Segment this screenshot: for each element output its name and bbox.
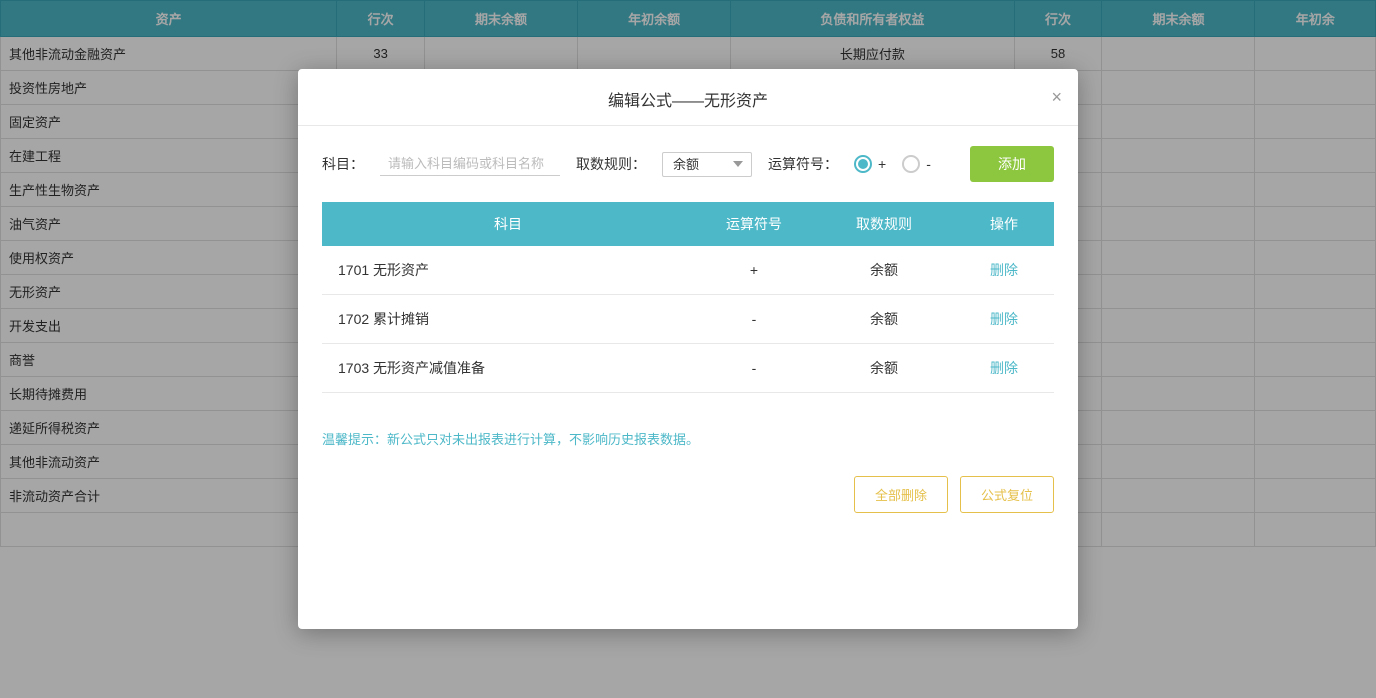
radio-minus-label: -: [926, 156, 931, 172]
radio-plus[interactable]: +: [854, 155, 886, 173]
modal-header: 编辑公式——无形资产 ×: [298, 69, 1078, 126]
modal-overlay: 编辑公式——无形资产 × 科目： 取数规则： 余额 借方 贷方 借方累计 贷方累…: [0, 0, 1376, 698]
col-subject: 科目: [322, 202, 694, 246]
table-row: 1703 无形资产减值准备 - 余额 删除: [322, 344, 1054, 393]
operator-label: 运算符号：: [768, 154, 838, 174]
rule-label: 取数规则：: [576, 154, 646, 174]
row1-rule: 余额: [814, 246, 954, 295]
radio-plus-circle: [854, 155, 872, 173]
modal-dialog: 编辑公式——无形资产 × 科目： 取数规则： 余额 借方 贷方 借方累计 贷方累…: [298, 69, 1078, 629]
row1-subject: 1701 无形资产: [322, 246, 694, 295]
rule-select-group: 余额 借方 贷方 借方累计 贷方累计: [662, 152, 752, 177]
row1-action: 删除: [954, 246, 1054, 295]
radio-minus-circle: [902, 155, 920, 173]
row3-rule: 余额: [814, 344, 954, 393]
hint-text: 温馨提示：新公式只对未出报表进行计算，不影响历史报表数据。: [322, 432, 699, 447]
reset-button[interactable]: 公式复位: [960, 476, 1054, 513]
rule-select[interactable]: 余额 借方 贷方 借方累计 贷方累计: [662, 152, 752, 177]
row1-operator: +: [694, 246, 814, 295]
formula-table: 科目 运算符号 取数规则 操作 1701 无形资产 + 余额 删除: [322, 202, 1054, 393]
row2-delete-link[interactable]: 删除: [990, 311, 1018, 327]
subject-label: 科目：: [322, 154, 364, 174]
delete-all-button[interactable]: 全部删除: [854, 476, 948, 513]
modal-hint: 温馨提示：新公式只对未出报表进行计算，不影响历史报表数据。: [298, 413, 1078, 464]
row2-subject: 1702 累计摊销: [322, 295, 694, 344]
row3-action: 删除: [954, 344, 1054, 393]
row2-action: 删除: [954, 295, 1054, 344]
col-rule: 取数规则: [814, 202, 954, 246]
modal-footer: 全部删除 公式复位: [298, 464, 1078, 533]
row1-delete-link[interactable]: 删除: [990, 262, 1018, 278]
col-action: 操作: [954, 202, 1054, 246]
form-row: 科目： 取数规则： 余额 借方 贷方 借方累计 贷方累计 运算符号：: [322, 146, 1054, 182]
modal-body: 科目： 取数规则： 余额 借方 贷方 借方累计 贷方累计 运算符号：: [298, 126, 1078, 413]
subject-input[interactable]: [380, 152, 560, 176]
modal-title: 编辑公式——无形资产: [608, 87, 768, 111]
radio-minus[interactable]: -: [902, 155, 931, 173]
table-row: 1701 无形资产 + 余额 删除: [322, 246, 1054, 295]
row3-delete-link[interactable]: 删除: [990, 360, 1018, 376]
row3-operator: -: [694, 344, 814, 393]
radio-plus-label: +: [878, 156, 886, 172]
table-row: 1702 累计摊销 - 余额 删除: [322, 295, 1054, 344]
col-operator: 运算符号: [694, 202, 814, 246]
row3-subject: 1703 无形资产减值准备: [322, 344, 694, 393]
row2-rule: 余额: [814, 295, 954, 344]
close-button[interactable]: ×: [1051, 88, 1062, 106]
add-button[interactable]: 添加: [970, 146, 1054, 182]
row2-operator: -: [694, 295, 814, 344]
operator-radio-group: + -: [854, 155, 931, 173]
